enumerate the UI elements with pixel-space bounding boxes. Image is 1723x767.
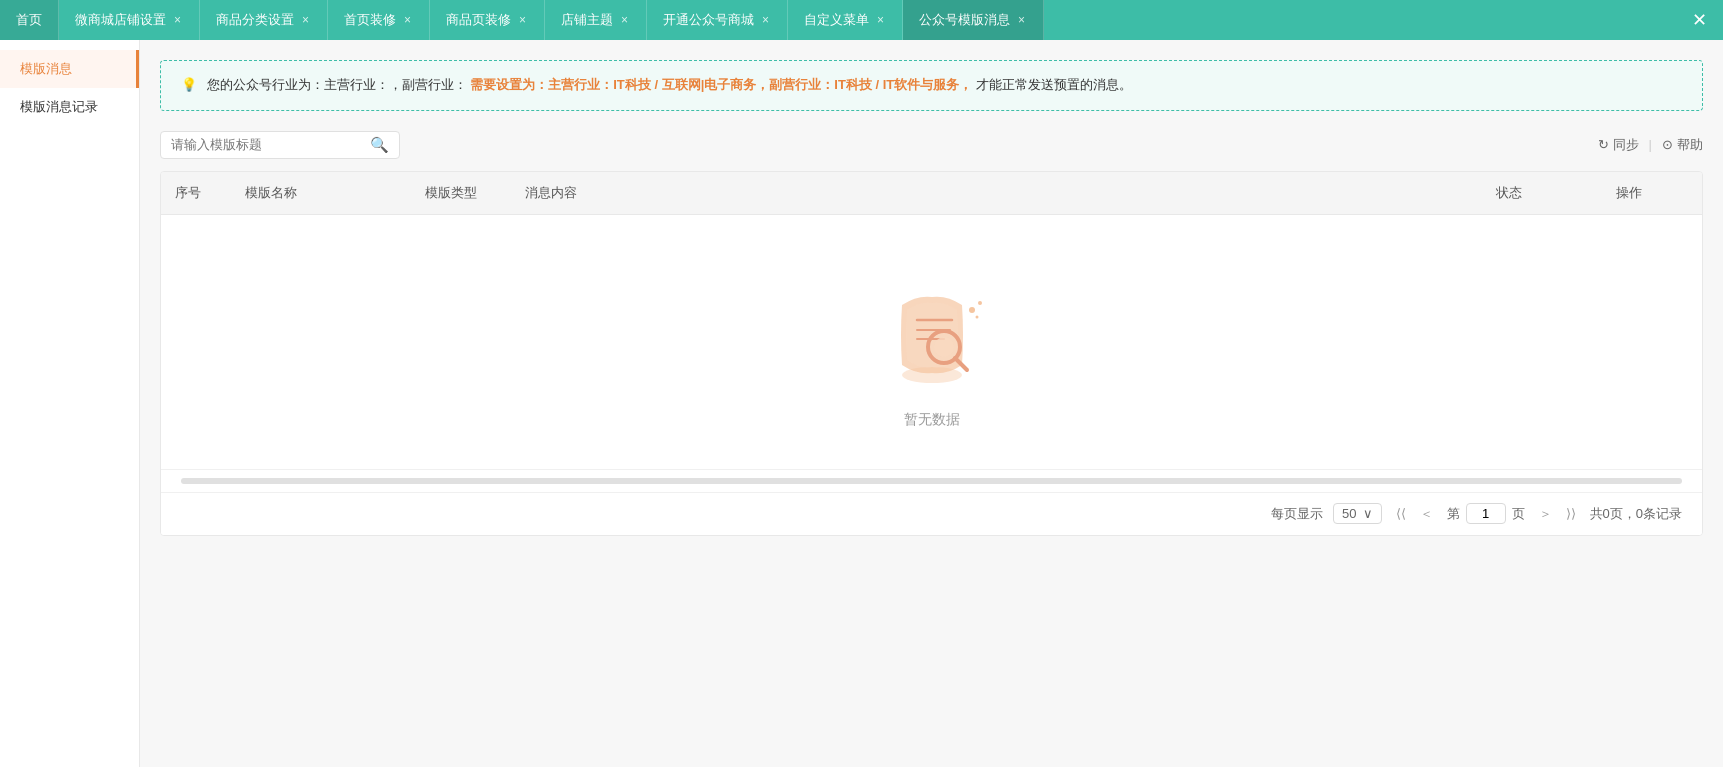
tab-product-decor[interactable]: 商品页装修 ×: [430, 0, 545, 40]
page-navigation-next: ＞ ⟩⟩: [1535, 503, 1580, 525]
data-table: 序号 模版名称 模版类型 消息内容 状态 操作: [160, 171, 1703, 536]
prev-page-button[interactable]: ＜: [1416, 503, 1437, 525]
search-input[interactable]: [171, 137, 364, 152]
page-number-input[interactable]: [1466, 503, 1506, 524]
tab-shop-theme-label: 店铺主题: [561, 11, 613, 29]
tab-open-mall-label: 开通公众号商城: [663, 11, 754, 29]
page-size-select[interactable]: 50 ∨: [1333, 503, 1381, 524]
sidebar-item-template-msg[interactable]: 模版消息: [0, 50, 139, 88]
svg-point-5: [934, 337, 954, 357]
total-info: 共0页，0条记录: [1590, 505, 1682, 523]
tab-category-settings-label: 商品分类设置: [216, 11, 294, 29]
page-input-area: 第 页: [1447, 503, 1525, 524]
horizontal-scrollbar[interactable]: [181, 478, 1682, 484]
sidebar-item-template-msg-log-label: 模版消息记录: [20, 99, 98, 114]
tab-shop-settings-label: 微商城店铺设置: [75, 11, 166, 29]
first-page-button[interactable]: ⟨⟨: [1392, 504, 1410, 523]
table-header: 序号 模版名称 模版类型 消息内容 状态 操作: [161, 172, 1702, 215]
tab-shop-settings-close[interactable]: ×: [172, 11, 183, 29]
help-label: 帮助: [1677, 136, 1703, 154]
close-all-button[interactable]: ✕: [1676, 9, 1723, 31]
tab-category-settings[interactable]: 商品分类设置 ×: [200, 0, 328, 40]
sidebar-item-template-msg-label: 模版消息: [20, 61, 72, 76]
col-status: 状态: [1482, 172, 1602, 214]
notice-highlight: 需要设置为：主营行业：IT科技 / 互联网|电子商务，副营行业：IT科技 / I…: [470, 77, 972, 92]
page-size-chevron: ∨: [1363, 506, 1373, 521]
search-row: 🔍 ↻ 同步 | ⊙ 帮助: [160, 131, 1703, 159]
help-icon: ⊙: [1662, 137, 1673, 152]
help-button[interactable]: ⊙ 帮助: [1662, 136, 1703, 154]
sidebar: 模版消息 模版消息记录: [0, 40, 140, 767]
tab-product-decor-label: 商品页装修: [446, 11, 511, 29]
empty-text: 暂无数据: [904, 411, 960, 429]
tab-home-decor[interactable]: 首页装修 ×: [328, 0, 430, 40]
tab-template-msg-close[interactable]: ×: [1016, 11, 1027, 29]
notice-banner: 💡 您的公众号行业为：主营行业：，副营行业： 需要设置为：主营行业：IT科技 /…: [160, 60, 1703, 111]
tab-shop-theme[interactable]: 店铺主题 ×: [545, 0, 647, 40]
toolbar-divider: |: [1649, 137, 1652, 152]
search-box[interactable]: 🔍: [160, 131, 400, 159]
notice-prefix: 您的公众号行业为：主营行业：，副营行业：: [207, 77, 467, 92]
toolbar-right: ↻ 同步 | ⊙ 帮助: [1598, 136, 1703, 154]
tab-category-settings-close[interactable]: ×: [300, 11, 311, 29]
tab-custom-menu-label: 自定义菜单: [804, 11, 869, 29]
sync-icon: ↻: [1598, 137, 1609, 152]
svg-point-8: [978, 301, 982, 305]
tab-open-mall-close[interactable]: ×: [760, 11, 771, 29]
tab-home-label: 首页: [16, 11, 42, 29]
tab-template-msg[interactable]: 公众号模版消息 ×: [903, 0, 1044, 40]
tab-home-decor-close[interactable]: ×: [402, 11, 413, 29]
notice-suffix: 才能正常发送预置的消息。: [976, 77, 1132, 92]
pagination: 每页显示 50 ∨ ⟨⟨ ＜ 第 页 ＞ ⟩⟩ 共0页，0: [161, 492, 1702, 535]
col-action: 操作: [1602, 172, 1702, 214]
page-size-label: 每页显示: [1271, 505, 1323, 523]
tab-custom-menu[interactable]: 自定义菜单 ×: [788, 0, 903, 40]
page-navigation: ⟨⟨ ＜: [1392, 503, 1437, 525]
sidebar-item-template-msg-log[interactable]: 模版消息记录: [0, 88, 139, 126]
svg-point-7: [969, 307, 975, 313]
tab-home[interactable]: 首页: [0, 0, 59, 40]
tab-shop-settings[interactable]: 微商城店铺设置 ×: [59, 0, 200, 40]
col-content: 消息内容: [511, 172, 1482, 214]
tab-home-decor-label: 首页装修: [344, 11, 396, 29]
tab-template-msg-label: 公众号模版消息: [919, 11, 1010, 29]
tab-custom-menu-close[interactable]: ×: [875, 11, 886, 29]
main-layout: 模版消息 模版消息记录 💡 您的公众号行业为：主营行业：，副营行业： 需要设置为…: [0, 40, 1723, 767]
page-label-post: 页: [1512, 505, 1525, 523]
svg-point-9: [975, 315, 978, 318]
page-size-value: 50: [1342, 506, 1356, 521]
col-name: 模版名称: [231, 172, 411, 214]
content-area: 💡 您的公众号行业为：主营行业：，副营行业： 需要设置为：主营行业：IT科技 /…: [140, 40, 1723, 767]
empty-illustration: [872, 275, 992, 395]
top-navigation: 首页 微商城店铺设置 × 商品分类设置 × 首页装修 × 商品页装修 × 店铺主…: [0, 0, 1723, 40]
page-label-pre: 第: [1447, 505, 1460, 523]
tab-open-mall[interactable]: 开通公众号商城 ×: [647, 0, 788, 40]
next-page-button[interactable]: ＞: [1535, 503, 1556, 525]
col-type: 模版类型: [411, 172, 511, 214]
search-icon[interactable]: 🔍: [370, 136, 389, 154]
sync-label: 同步: [1613, 136, 1639, 154]
tab-shop-theme-close[interactable]: ×: [619, 11, 630, 29]
empty-state: 暂无数据: [161, 215, 1702, 469]
col-index: 序号: [161, 172, 231, 214]
scrollbar-area: [161, 469, 1702, 492]
tab-product-decor-close[interactable]: ×: [517, 11, 528, 29]
sync-button[interactable]: ↻ 同步: [1598, 136, 1639, 154]
last-page-button[interactable]: ⟩⟩: [1562, 504, 1580, 523]
notice-icon: 💡: [181, 75, 197, 96]
